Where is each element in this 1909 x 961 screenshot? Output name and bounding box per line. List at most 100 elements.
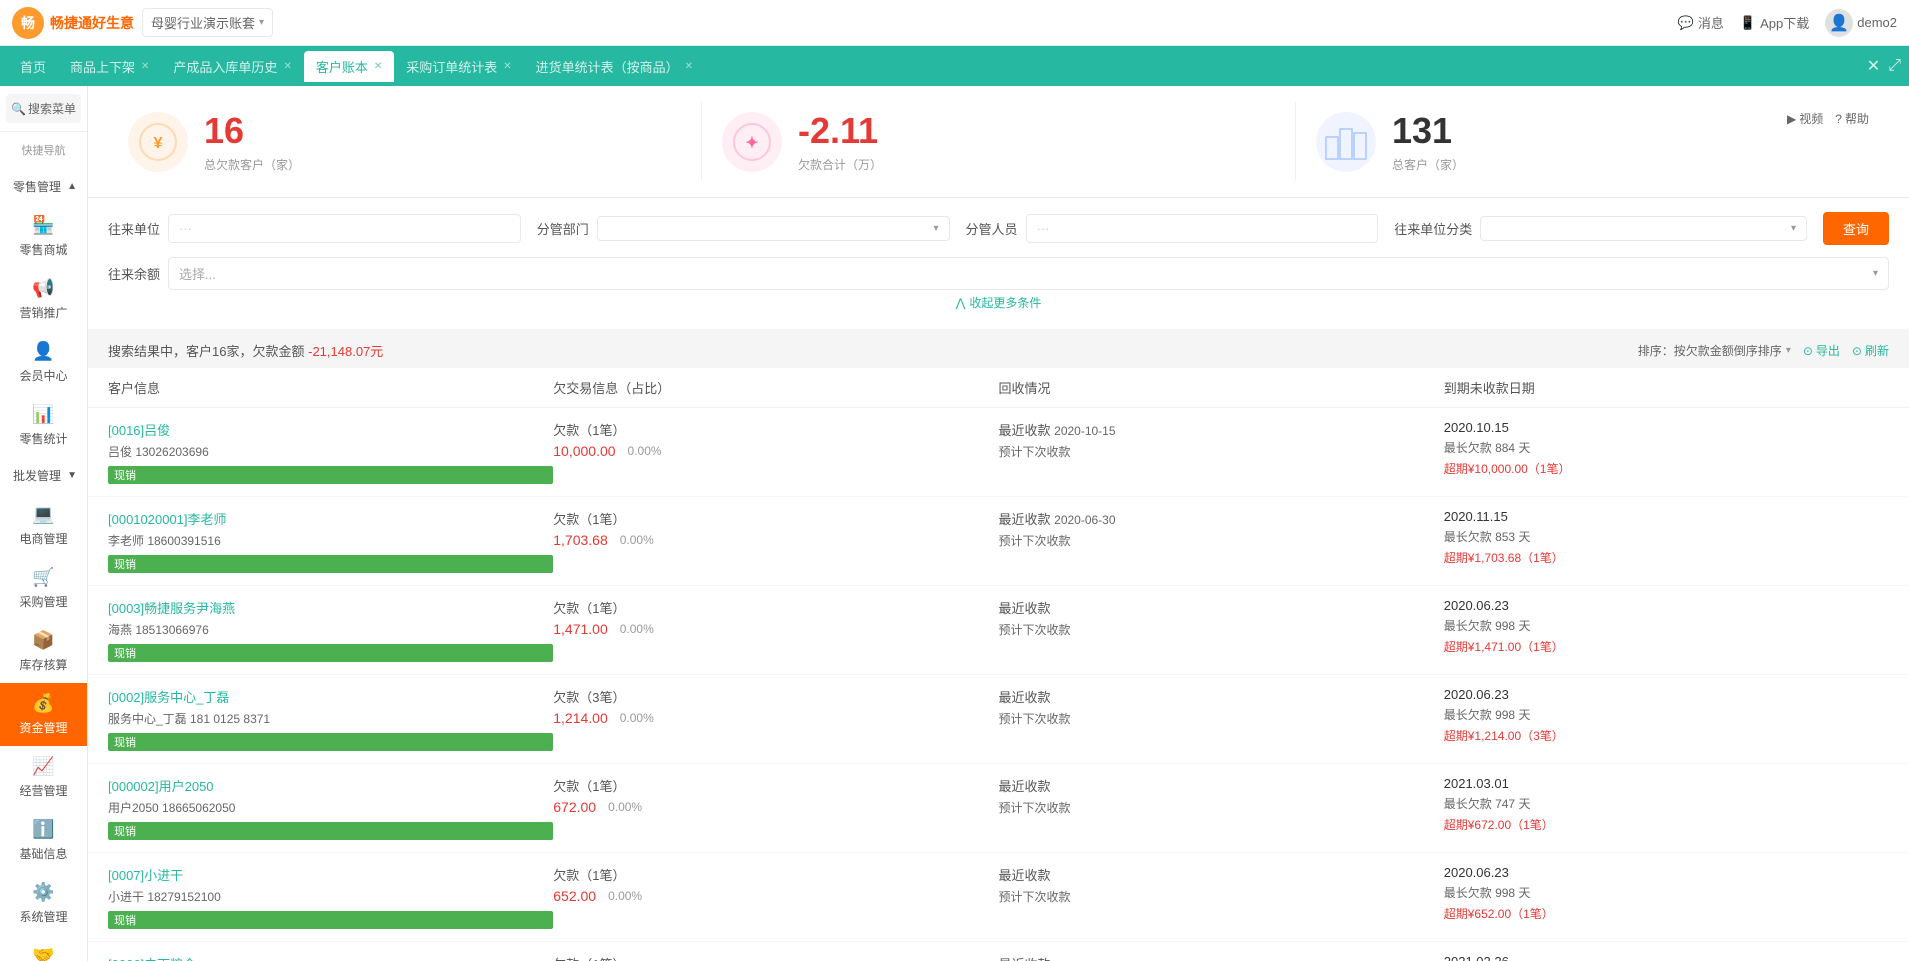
debt-row-5: 欠款（1笔） (553, 776, 998, 795)
sidebar-item-retail-store[interactable]: 🏪 零售商城 (0, 205, 87, 268)
dept-select[interactable]: ▾ (597, 216, 950, 241)
overdue-amount-1[interactable]: 超期¥10,000.00（1笔） (1444, 460, 1889, 477)
svg-text:✦: ✦ (745, 135, 758, 152)
tab-purchase-order[interactable]: 采购订单统计表 ✕ (394, 51, 523, 82)
tab-customer-account-close[interactable]: ✕ (374, 61, 382, 72)
tab-production-close[interactable]: ✕ (283, 61, 291, 72)
table-row: [0007]小进干 小进干 18279152100 现销 欠款（1笔） 652.… (88, 853, 1909, 942)
sidebar-item-purchase-mgmt[interactable]: 🛒 采购管理 (0, 557, 87, 620)
results-summary: 搜索结果中，客户16家 (108, 344, 239, 359)
sidebar-retail-stats-label: 零售统计 (19, 430, 67, 447)
customer-name-5[interactable]: [000002]用户2050 (108, 776, 553, 795)
debt-amount-3[interactable]: 1,471.00 (553, 621, 608, 637)
sidebar-item-member-center[interactable]: 👤 会员中心 (0, 331, 87, 394)
help-button[interactable]: ? 帮助 (1835, 110, 1869, 127)
table-header: 客户信息 欠交易信息（占比） 回收情况 到期未收款日期 (88, 368, 1909, 408)
sidebar-item-operations[interactable]: 📈 经营管理 (0, 746, 87, 809)
customer-badge-6: 现销 (108, 911, 553, 929)
export-button[interactable]: ⊙ 导出 (1803, 342, 1840, 359)
debt-amount-5[interactable]: 672.00 (553, 799, 596, 815)
payback-info-5: 最近收款 预计下次收款 (999, 776, 1444, 840)
customer-name-7[interactable]: [0006]去下粮仓 (108, 954, 553, 961)
sort-selector[interactable]: 排序：按欠款金额倒序排序 ▾ (1638, 342, 1791, 359)
tab-stock-stat[interactable]: 进货单统计表（按商品） ✕ (524, 51, 705, 82)
tab-stock-stat-close[interactable]: ✕ (685, 61, 693, 72)
sidebar-item-finance[interactable]: 💰 资金管理 (0, 683, 87, 746)
operations-icon: 📈 (32, 756, 54, 777)
sidebar-item-marketing[interactable]: 📢 营销推广 (0, 268, 87, 331)
overdue-amount-4[interactable]: 超期¥1,214.00（3笔） (1444, 727, 1889, 744)
debt-info-2: 欠款（1笔） 1,703.68 0.00% (553, 509, 998, 573)
payback-row-7: 最近收款 (999, 954, 1444, 961)
sidebar-item-enterprise-coop[interactable]: 🤝 企业协同 (0, 935, 87, 961)
sort-label-text: 排序：按欠款金额倒序排序 (1638, 342, 1782, 359)
debt-amount-6[interactable]: 652.00 (553, 888, 596, 904)
col-header-overdue: 到期未收款日期 (1444, 378, 1889, 397)
customer-name-3[interactable]: [0003]畅捷服务尹海燕 (108, 598, 553, 617)
app-icon: 📱 (1740, 15, 1756, 31)
tab-expand-icon[interactable]: ⤢ (1888, 57, 1901, 75)
tab-customer-account[interactable]: 客户账本 ✕ (304, 51, 394, 82)
overdue-amount-3[interactable]: 超期¥1,471.00（1笔） (1444, 638, 1889, 655)
overdue-amount-5[interactable]: 超期¥672.00（1笔） (1444, 816, 1889, 833)
stat-icon-debt: ¥ (128, 112, 188, 172)
collapse-button[interactable]: ⋀ 收起更多条件 (108, 290, 1889, 315)
search-button[interactable]: 查询 (1823, 212, 1889, 245)
overdue-amount-6[interactable]: 超期¥652.00（1笔） (1444, 905, 1889, 922)
video-button[interactable]: ▶ 视频 (1787, 110, 1823, 127)
app-download-button[interactable]: 📱 App下载 (1740, 13, 1809, 32)
username: demo2 (1857, 15, 1897, 30)
debt-amount-2[interactable]: 1,703.68 (553, 532, 608, 548)
customer-info-4: [0002]服务中心_丁磊 服务中心_丁磊 181 0125 8371 现销 (108, 687, 553, 751)
refresh-button[interactable]: ⊙ 刷新 (1852, 342, 1889, 359)
sidebar-item-retail-stats[interactable]: 📊 零售统计 (0, 394, 87, 457)
payback-info-1: 最近收款 2020-10-15 预计下次收款 (999, 420, 1444, 484)
debt-label-3: 欠款（1笔） (553, 598, 625, 617)
tab-products[interactable]: 商品上下架 ✕ (58, 51, 161, 82)
sidebar-item-batch-mgmt[interactable]: 批发管理 ▼ (0, 457, 87, 494)
customer-name-6[interactable]: [0007]小进干 (108, 865, 553, 884)
refresh-icon: ⊙ (1852, 344, 1862, 358)
user-profile[interactable]: 👤 demo2 (1825, 9, 1897, 37)
tab-collapse-icon[interactable]: ✕ (1867, 56, 1880, 76)
customer-name-1[interactable]: [0016]吕俊 (108, 420, 553, 439)
message-button[interactable]: 💬 消息 (1678, 13, 1724, 32)
search-icon: 🔍 (11, 102, 26, 116)
debt-amount-1[interactable]: 10,000.00 (553, 443, 615, 459)
overdue-amount-2[interactable]: 超期¥1,703.68（1笔） (1444, 549, 1889, 566)
tab-purchase-order-close[interactable]: ✕ (503, 61, 511, 72)
debt-label-6: 欠款（1笔） (553, 865, 625, 884)
unit-type-select[interactable]: ▾ (1480, 216, 1807, 241)
tab-home[interactable]: 首页 (8, 51, 58, 82)
collapse-label: 收起更多条件 (969, 294, 1041, 311)
logo-area: 畅 畅捷通好生意 (12, 7, 134, 39)
sidebar-item-basic-info[interactable]: ℹ️ 基础信息 (0, 809, 87, 872)
sidebar-item-system[interactable]: ⚙️ 系统管理 (0, 872, 87, 935)
tab-production[interactable]: 产成品入库单历史 ✕ (161, 51, 303, 82)
stat-card-debt-total: ✦ -2.11 欠款合计（万） (701, 102, 1295, 181)
search-menu-button[interactable]: 🔍 搜索菜单 (6, 94, 81, 123)
person-input[interactable]: ··· (1026, 214, 1379, 243)
sidebar-item-inventory[interactable]: 📦 库存核算 (0, 620, 87, 683)
sidebar-item-retail-mgmt[interactable]: 零售管理 ▲ (0, 168, 87, 205)
customer-name-4[interactable]: [0002]服务中心_丁磊 (108, 687, 553, 706)
svg-text:¥: ¥ (154, 135, 163, 152)
customer-name-2[interactable]: [0001020001]李老师 (108, 509, 553, 528)
customer-info-6: [0007]小进干 小进干 18279152100 现销 (108, 865, 553, 929)
balance-select[interactable]: 选择... ▾ (168, 257, 1889, 290)
main-layout: 🔍 搜索菜单 快捷导航 零售管理 ▲ 🏪 零售商城 📢 营销推广 👤 会员中心 … (0, 86, 1909, 961)
stat-value-debt-customers: 16 (204, 110, 300, 152)
sidebar-item-ecommerce[interactable]: 💻 电商管理 (0, 494, 87, 557)
tab-bar-actions: ✕ ⤢ (1867, 56, 1901, 76)
debt-ratio-1: 0.00% (628, 444, 662, 458)
table-container: 客户信息 欠交易信息（占比） 回收情况 到期未收款日期 [0016]吕俊 吕俊 … (88, 368, 1909, 961)
debt-amount-4[interactable]: 1,214.00 (553, 710, 608, 726)
company-selector[interactable]: 母婴行业演示账套 ▾ (142, 8, 273, 37)
from-unit-input[interactable]: ··· (168, 214, 521, 243)
payback-next-1: 预计下次收款 (999, 443, 1444, 460)
refresh-label: 刷新 (1865, 342, 1889, 359)
help-label: 帮助 (1845, 110, 1869, 127)
filter-unit-type: 往来单位分类 ▾ (1394, 216, 1807, 241)
dots-icon: ··· (179, 221, 192, 236)
tab-products-close[interactable]: ✕ (141, 61, 149, 72)
